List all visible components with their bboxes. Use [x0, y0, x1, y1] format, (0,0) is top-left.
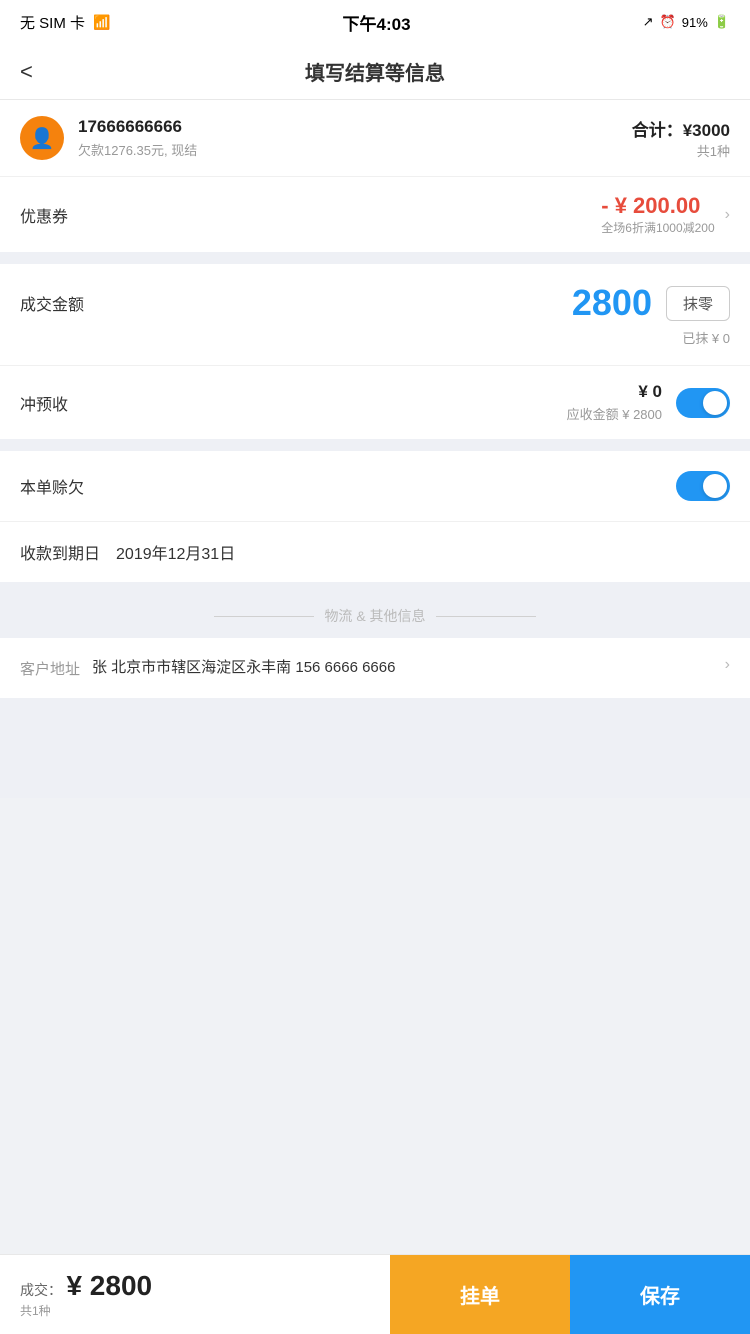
bottom-info: 成交： ¥ 2800 共1种: [0, 1270, 390, 1319]
duedate-section: 收款到期日 2019年12月31日: [0, 521, 750, 582]
total-amount-text: 合计：¥3000: [632, 116, 730, 141]
debt-section: 本单赊欠: [0, 451, 750, 521]
address-chevron-icon: ›: [725, 656, 730, 674]
pre-amount-sub: 应收金额 ¥ 2800: [567, 404, 662, 423]
coupon-amount: - ¥ 200.00: [601, 193, 714, 219]
customer-subinfo: 欠款1276.35元, 现结: [78, 140, 197, 159]
bottom-total-amount: ¥ 2800: [66, 1270, 152, 1301]
section-divider-2: [0, 439, 750, 451]
pre-amount-value: ¥ 0: [567, 382, 662, 402]
duedate-row: 收款到期日 2019年12月31日: [20, 540, 730, 564]
location-icon: ↗: [643, 14, 654, 30]
status-time: 下午4:03: [343, 10, 411, 35]
customer-total: 合计：¥3000 共1种: [632, 116, 730, 160]
chevron-right-icon: ›: [725, 206, 730, 224]
duedate-label: 收款到期日: [20, 540, 100, 564]
pre-collect-row: 冲预收 ¥ 0 应收金额 ¥ 2800: [20, 382, 730, 423]
round-button[interactable]: 抹零: [666, 286, 730, 321]
bottom-total-label: 成交：: [20, 1282, 62, 1298]
status-left: 无 SIM 卡 📶: [20, 12, 110, 33]
customer-left: 👤 17666666666 欠款1276.35元, 现结: [20, 116, 197, 160]
battery-icon: 🔋: [714, 14, 730, 30]
avatar: 👤: [20, 116, 64, 160]
save-button[interactable]: 保存: [570, 1255, 750, 1334]
amount-right: 2800 抹零: [572, 282, 730, 324]
wifi-icon: 📶: [93, 14, 110, 31]
customer-info-row: 👤 17666666666 欠款1276.35元, 现结 合计：¥3000 共1…: [0, 100, 750, 176]
bottom-bar: 成交： ¥ 2800 共1种 挂单 保存: [0, 1254, 750, 1334]
pre-collect-amounts: ¥ 0 应收金额 ¥ 2800: [567, 382, 662, 423]
amount-section: 成交金额 2800 抹零 已抹 ¥ 0: [0, 264, 750, 365]
nav-bar: < 填写结算等信息: [0, 44, 750, 100]
logistics-divider: 物流 & 其他信息: [0, 594, 750, 638]
section-divider-3: [0, 582, 750, 594]
coupon-row[interactable]: 优惠券 - ¥ 200.00 全场6折满1000减200 ›: [0, 176, 750, 252]
battery-text: 91%: [682, 15, 708, 30]
pre-collect-section: 冲预收 ¥ 0 应收金额 ¥ 2800: [0, 365, 750, 439]
coupon-label: 优惠券: [20, 203, 68, 227]
alarm-icon: ⏰: [660, 14, 676, 30]
bottom-count: 共1种: [20, 1302, 370, 1319]
customer-phone: 17666666666: [78, 117, 197, 137]
address-label: 客户地址: [20, 656, 80, 679]
status-right: ↗ ⏰ 91% 🔋: [643, 14, 730, 30]
coupon-right: - ¥ 200.00 全场6折满1000减200 ›: [601, 193, 730, 236]
pre-collect-toggle[interactable]: [676, 388, 730, 418]
section-divider-1: [0, 252, 750, 264]
total-count-text: 共1种: [632, 141, 730, 160]
status-bar: 无 SIM 卡 📶 下午4:03 ↗ ⏰ 91% 🔋: [0, 0, 750, 44]
hold-button[interactable]: 挂单: [390, 1255, 570, 1334]
debt-label: 本单赊欠: [20, 474, 84, 498]
bottom-total-row: 成交： ¥ 2800: [20, 1270, 370, 1302]
amount-row: 成交金额 2800 抹零: [20, 282, 730, 324]
bottom-spacer: [0, 698, 750, 798]
pre-collect-right: ¥ 0 应收金额 ¥ 2800: [567, 382, 730, 423]
amount-value: 2800: [572, 282, 652, 324]
address-value: 张 北京市市辖区海淀区永丰南 156 6666 6666: [92, 656, 713, 680]
pre-collect-label: 冲预收: [20, 391, 68, 415]
address-section[interactable]: 客户地址 张 北京市市辖区海淀区永丰南 156 6666 6666 ›: [0, 638, 750, 698]
logistics-label: 物流 & 其他信息: [324, 606, 425, 626]
carrier-text: 无 SIM 卡: [20, 12, 85, 33]
duedate-value: 2019年12月31日: [116, 540, 235, 564]
customer-details: 17666666666 欠款1276.35元, 现结: [78, 117, 197, 159]
debt-toggle[interactable]: [676, 471, 730, 501]
coupon-desc: 全场6折满1000减200: [601, 219, 714, 236]
coupon-info: - ¥ 200.00 全场6折满1000减200: [601, 193, 714, 236]
back-button[interactable]: <: [20, 59, 33, 85]
page-title: 填写结算等信息: [305, 57, 445, 86]
amount-label: 成交金额: [20, 291, 84, 315]
amount-sub-text: 已抹 ¥ 0: [20, 328, 730, 347]
